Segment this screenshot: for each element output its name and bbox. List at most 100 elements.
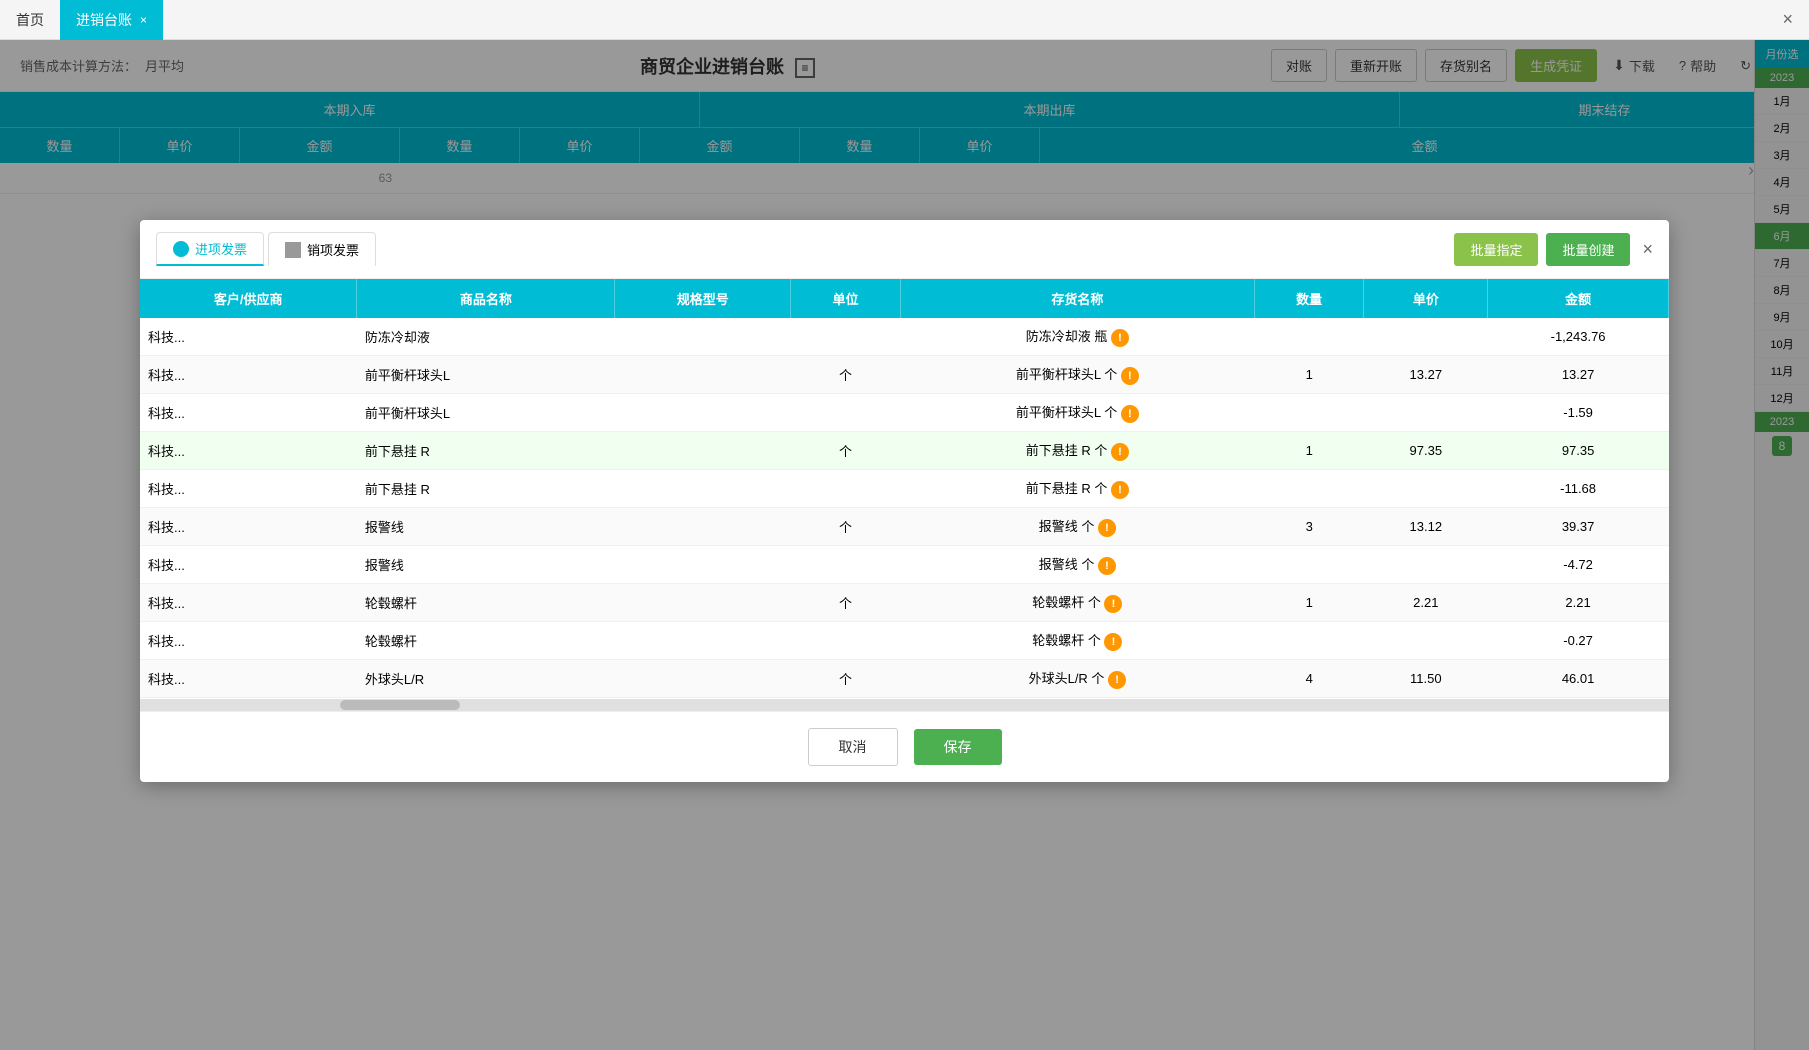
- cell-amount: -0.27: [1488, 622, 1669, 660]
- warning-icon: !: [1121, 405, 1139, 423]
- cell-product: 前平衡杆球头L: [357, 394, 615, 432]
- cell-stock: 前下悬挂 R 个 !: [900, 432, 1254, 470]
- home-label: 首页: [16, 10, 44, 30]
- cell-price: [1364, 622, 1488, 660]
- active-tab[interactable]: 进销台账 ×: [60, 0, 163, 40]
- tab-close-icon[interactable]: ×: [140, 13, 147, 27]
- warning-icon: !: [1111, 443, 1129, 461]
- cell-spec: [615, 584, 791, 622]
- cell-supplier: 科技...: [140, 318, 357, 356]
- cell-stock: 前下悬挂 R 个 !: [900, 470, 1254, 508]
- table-row: 科技...报警线报警线 个 !-4.72: [140, 546, 1669, 584]
- cell-supplier: 科技...: [140, 546, 357, 584]
- cell-supplier: 科技...: [140, 394, 357, 432]
- modal-body[interactable]: 客户/供应商 商品名称 规格型号 单位 存货名称 数量 单价 金额 科技...防…: [140, 279, 1669, 699]
- table-row: 科技...轮毂螺杆个轮毂螺杆 个 !12.212.21: [140, 584, 1669, 622]
- cell-supplier: 科技...: [140, 470, 357, 508]
- cell-quantity: 1: [1254, 584, 1364, 622]
- col-spec: 规格型号: [615, 279, 791, 318]
- cell-price: [1364, 546, 1488, 584]
- cell-quantity: 4: [1254, 660, 1364, 698]
- batch-create-button[interactable]: 批量创建: [1546, 233, 1630, 266]
- table-row: 科技...前下悬挂 R前下悬挂 R 个 !-11.68: [140, 470, 1669, 508]
- cell-amount: 13.27: [1488, 356, 1669, 394]
- cell-unit: [791, 394, 901, 432]
- cell-amount: -1,243.76: [1488, 318, 1669, 356]
- background-page: 销售成本计算方法： 月平均 商贸企业进销台账 ≡ 对账 重新开账 存货别名 生成…: [0, 40, 1809, 1050]
- cell-amount: -4.72: [1488, 546, 1669, 584]
- table-body: 科技...防冻冷却液防冻冷却液 瓶 !-1,243.76科技...前平衡杆球头L…: [140, 318, 1669, 699]
- col-supplier: 客户/供应商: [140, 279, 357, 318]
- top-bar: 首页 进销台账 × ×: [0, 0, 1809, 40]
- incoming-tab-label: 进项发票: [195, 239, 247, 258]
- cell-amount: 39.37: [1488, 508, 1669, 546]
- cell-spec: [615, 470, 791, 508]
- col-quantity: 数量: [1254, 279, 1364, 318]
- modal-close-button[interactable]: ×: [1642, 239, 1653, 260]
- cell-stock: 报警线 个 !: [900, 508, 1254, 546]
- col-unit: 单位: [791, 279, 901, 318]
- cell-quantity: [1254, 470, 1364, 508]
- tab-outgoing-invoice[interactable]: 销项发票: [268, 232, 376, 266]
- modal-actions: 批量指定 批量创建: [1454, 233, 1630, 266]
- cell-spec: [615, 546, 791, 584]
- cell-quantity: [1254, 622, 1364, 660]
- save-button[interactable]: 保存: [914, 729, 1002, 765]
- cell-supplier: 科技...: [140, 660, 357, 698]
- cell-stock: 防冻冷却液 瓶 !: [900, 318, 1254, 356]
- cell-unit: [791, 546, 901, 584]
- cell-unit: 个: [791, 660, 901, 698]
- cell-stock: 外球头L/R 个 !: [900, 660, 1254, 698]
- cell-quantity: 3: [1254, 508, 1364, 546]
- batch-assign-button[interactable]: 批量指定: [1454, 233, 1538, 266]
- table-row: 科技...外球头L/R个外球头L/R 个 !411.5046.01: [140, 660, 1669, 698]
- cell-amount: 2.21: [1488, 584, 1669, 622]
- invoice-table: 客户/供应商 商品名称 规格型号 单位 存货名称 数量 单价 金额 科技...防…: [140, 279, 1669, 699]
- cell-unit: [791, 622, 901, 660]
- col-stock: 存货名称: [900, 279, 1254, 318]
- table-row: 科技...前平衡杆球头L 前平衡杆球头L 个 ! -1.59: [140, 394, 1669, 432]
- cell-product: 报警线: [357, 546, 615, 584]
- outgoing-tab-label: 销项发票: [307, 240, 359, 259]
- cell-product: 前平衡杆球头L: [357, 356, 615, 394]
- cell-spec: [615, 508, 791, 546]
- scrollbar-thumb[interactable]: [340, 700, 460, 710]
- cell-unit: 个: [791, 508, 901, 546]
- warning-icon: !: [1111, 329, 1129, 347]
- cell-product: 防冻冷却液: [357, 318, 615, 356]
- cell-product: 轮毂螺杆: [357, 622, 615, 660]
- cell-amount: 97.35: [1488, 432, 1669, 470]
- cell-spec: [615, 356, 791, 394]
- warning-icon: !: [1104, 633, 1122, 651]
- window-close-icon[interactable]: ×: [1766, 9, 1809, 30]
- cell-unit: [791, 318, 901, 356]
- warning-icon: !: [1111, 481, 1129, 499]
- col-amount: 金额: [1488, 279, 1669, 318]
- cell-stock: 轮毂螺杆 个 !: [900, 622, 1254, 660]
- table-row: 科技...轮毂螺杆 轮毂螺杆 个 ! -0.27: [140, 622, 1669, 660]
- cell-stock: 前平衡杆球头L 个 !: [900, 356, 1254, 394]
- cell-price: [1364, 318, 1488, 356]
- tab-incoming-invoice[interactable]: 进项发票: [156, 232, 264, 266]
- col-price: 单价: [1364, 279, 1488, 318]
- cell-stock: 前平衡杆球头L 个 !: [900, 394, 1254, 432]
- cancel-button[interactable]: 取消: [808, 728, 898, 766]
- cell-spec: [615, 394, 791, 432]
- outgoing-tab-icon: [285, 242, 301, 258]
- cell-spec: [615, 622, 791, 660]
- modal-footer: 取消 保存: [140, 711, 1669, 782]
- home-tab[interactable]: 首页: [0, 0, 60, 40]
- horizontal-scrollbar[interactable]: [140, 699, 1669, 711]
- modal-header: 进项发票 销项发票 批量指定 批量创建 ×: [140, 220, 1669, 279]
- col-product: 商品名称: [357, 279, 615, 318]
- cell-spec: [615, 318, 791, 356]
- cell-supplier: 科技...: [140, 622, 357, 660]
- cell-price: [1364, 394, 1488, 432]
- cell-product: 前下悬挂 R: [357, 470, 615, 508]
- cell-quantity: 1: [1254, 432, 1364, 470]
- cell-quantity: [1254, 318, 1364, 356]
- cell-product: 前下悬挂 R: [357, 432, 615, 470]
- warning-icon: !: [1098, 557, 1116, 575]
- warning-icon: !: [1121, 367, 1139, 385]
- cell-amount: -1.59: [1488, 394, 1669, 432]
